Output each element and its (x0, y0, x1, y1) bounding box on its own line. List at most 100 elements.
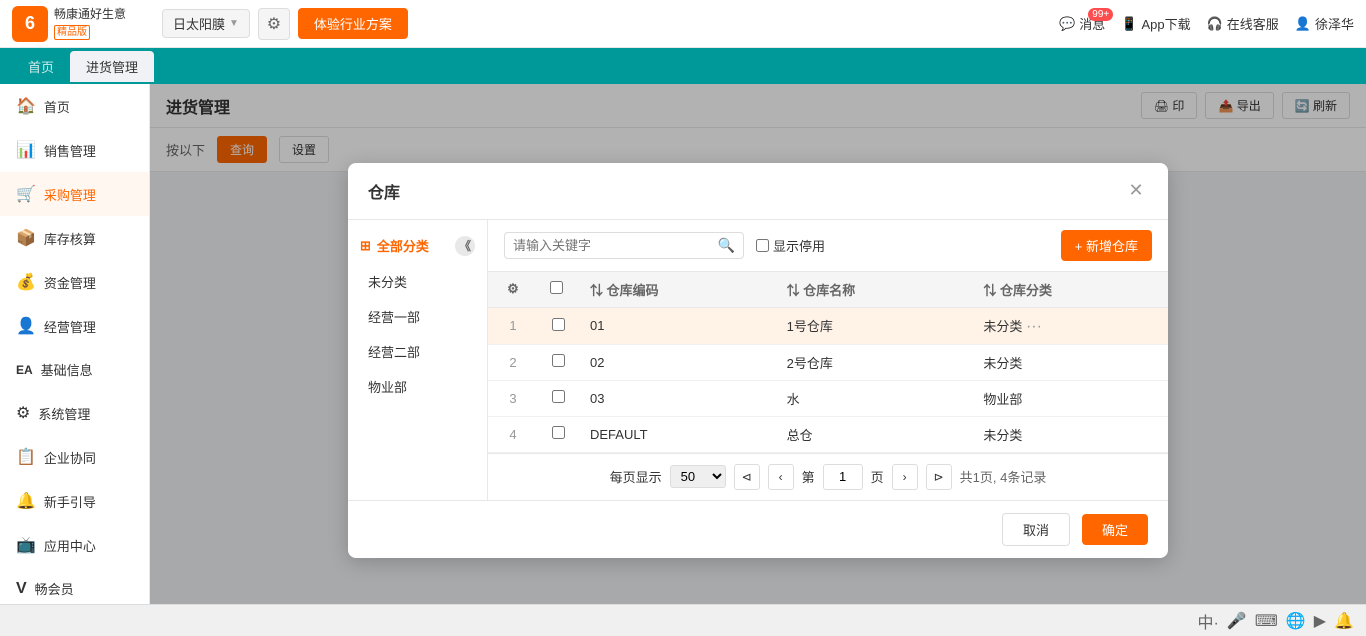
tab-home[interactable]: 首页 (12, 51, 70, 82)
keyboard-icon[interactable]: ⌨ (1255, 611, 1278, 631)
message-button[interactable]: 💬 消息 99+ (1059, 14, 1105, 33)
confirm-button[interactable]: 确定 (1082, 514, 1148, 545)
warehouse-table: ⚙ ⇅ 仓库编码 ⇅ 仓库名称 (488, 272, 1168, 453)
trial-button[interactable]: 体验行业方案 (298, 8, 408, 39)
category-item-dept1[interactable]: 经营一部 (348, 299, 487, 334)
cancel-button[interactable]: 取消 (1002, 513, 1070, 546)
row-checkbox (538, 307, 578, 344)
inventory-icon: 📦 (16, 228, 36, 248)
table-row[interactable]: 4 DEFAULT 总仓 未分类 (488, 416, 1168, 452)
online-service-button[interactable]: 🎧 在线客服 (1207, 14, 1279, 33)
sidebar-item-enterprise[interactable]: 📋 企业协同 (0, 435, 149, 479)
next-page-button[interactable]: › (892, 464, 918, 490)
sidebar-item-app-center[interactable]: 📺 应用中心 (0, 523, 149, 567)
search-box: 🔍 (504, 232, 744, 259)
row-checkbox (538, 344, 578, 380)
last-page-button[interactable]: ⊳ (926, 464, 952, 490)
warehouse-modal: 仓库 ✕ ⊞ 全部分类 《 未分类 经营一部 经营二部 物业部 (348, 163, 1168, 558)
bottom-bar: 中· 🎤 ⌨ 🌐 ▶ 🔔 (0, 604, 1366, 636)
modal-close-button[interactable]: ✕ (1124, 179, 1148, 203)
row-code: DEFAULT (578, 416, 775, 452)
per-page-select[interactable]: 50 100 200 (670, 465, 726, 488)
main-layout: 🏠 首页 📊 销售管理 🛒 采购管理 📦 库存核算 💰 资金管理 👤 经营管理 … (0, 84, 1366, 636)
row-num: 1 (488, 307, 538, 344)
modal-header: 仓库 ✕ (348, 163, 1168, 220)
enterprise-icon: 📋 (16, 447, 36, 467)
table-wrapper: ⚙ ⇅ 仓库编码 ⇅ 仓库名称 (488, 272, 1168, 453)
prev-page-button[interactable]: ‹ (768, 464, 794, 490)
grid-icon: ⊞ (360, 238, 371, 254)
member-icon: V (16, 580, 27, 598)
sidebar-item-finance[interactable]: 💰 资金管理 (0, 260, 149, 304)
play-icon[interactable]: ▶ (1314, 611, 1326, 631)
search-icon[interactable]: 🔍 (718, 237, 735, 254)
more-icon[interactable]: ··· (1026, 318, 1042, 335)
category-item-unclassified[interactable]: 未分类 (348, 264, 487, 299)
page-prefix: 第 (802, 467, 815, 486)
main-content: 进货管理 🖨 印 📤 导出 🔄 刷新 按以下 查询 设置 仓库 ✕ (150, 84, 1366, 636)
purchase-icon: 🛒 (16, 184, 36, 204)
phone-icon: 📱 (1121, 16, 1137, 32)
message-icon: 💬 (1059, 16, 1075, 32)
table-panel: 🔍 显示停用 + 新增仓库 (488, 220, 1168, 500)
category-panel: ⊞ 全部分类 《 未分类 经营一部 经营二部 物业部 (348, 220, 488, 500)
show-disabled-checkbox[interactable]: 显示停用 (756, 236, 825, 255)
sidebar-item-system[interactable]: ⚙ 系统管理 (0, 391, 149, 435)
gear-icon: ⚙ (267, 14, 281, 34)
modal-footer: 取消 确定 (348, 500, 1168, 558)
category-item-property[interactable]: 物业部 (348, 369, 487, 404)
add-warehouse-button[interactable]: + 新增仓库 (1061, 230, 1152, 261)
row-code: 03 (578, 380, 775, 416)
language-icon[interactable]: 🌐 (1286, 611, 1306, 631)
first-page-button[interactable]: ⊲ (734, 464, 760, 490)
system-icon: ⚙ (16, 403, 30, 423)
row-category: 未分类 (971, 416, 1168, 452)
row-name: 水 (775, 380, 972, 416)
guide-icon: 🔔 (16, 491, 36, 511)
sidebar-item-guide[interactable]: 🔔 新手引导 (0, 479, 149, 523)
page-summary: 共1页, 4条记录 (960, 467, 1047, 486)
sort-icon-name: ⇅ (787, 283, 800, 298)
user-menu[interactable]: 👤 徐泽华 (1295, 14, 1354, 33)
header-right: 💬 消息 99+ 📱 App下载 🎧 在线客服 👤 徐泽华 (1059, 14, 1354, 33)
sidebar-item-basic-info[interactable]: EA 基础信息 (0, 348, 149, 391)
headset-icon: 🎧 (1207, 16, 1223, 32)
search-input[interactable] (513, 238, 712, 253)
table-row[interactable]: 2 02 2号仓库 未分类 (488, 344, 1168, 380)
modal-body: ⊞ 全部分类 《 未分类 经营一部 经营二部 物业部 (348, 220, 1168, 500)
table-row[interactable]: 3 03 水 物业部 (488, 380, 1168, 416)
sidebar-item-inventory[interactable]: 📦 库存核算 (0, 216, 149, 260)
nav-tabs: 首页 进货管理 (0, 48, 1366, 84)
sidebar-item-management[interactable]: 👤 经营管理 (0, 304, 149, 348)
sales-icon: 📊 (16, 140, 36, 160)
sidebar-item-sales[interactable]: 📊 销售管理 (0, 128, 149, 172)
app-download-button[interactable]: 📱 App下载 (1121, 14, 1190, 33)
table-row[interactable]: 1 01 1号仓库 未分类 ··· (488, 307, 1168, 344)
category-item-dept2[interactable]: 经营二部 (348, 334, 487, 369)
category-header[interactable]: ⊞ 全部分类 《 (348, 228, 487, 264)
page-number-input[interactable] (823, 464, 863, 490)
tab-purchase[interactable]: 进货管理 (70, 51, 154, 82)
row-num: 3 (488, 380, 538, 416)
top-header: 6 畅康通好生意 精品版 日太阳膜 ▼ ⚙ 体验行业方案 💬 消息 99+ 📱 … (0, 0, 1366, 48)
notification-icon[interactable]: 🔔 (1334, 611, 1354, 631)
header-settings-button[interactable]: ⚙ (258, 8, 290, 40)
disabled-checkbox-input[interactable] (756, 239, 769, 252)
sidebar-item-purchase[interactable]: 🛒 采购管理 (0, 172, 149, 216)
sidebar-item-home[interactable]: 🏠 首页 (0, 84, 149, 128)
sort-icon-cat: ⇅ (983, 283, 996, 298)
col-category: ⇅ 仓库分类 (971, 272, 1168, 308)
dropdown-arrow-icon: ▼ (229, 18, 239, 29)
row-code: 02 (578, 344, 775, 380)
store-selector[interactable]: 日太阳膜 ▼ (162, 9, 250, 38)
per-page-label: 每页显示 (610, 467, 662, 486)
app-center-icon: 📺 (16, 535, 36, 555)
row-checkbox (538, 380, 578, 416)
bottom-label: 中· (1197, 609, 1218, 633)
select-all-checkbox[interactable] (550, 281, 563, 294)
collapse-button[interactable]: 《 (455, 236, 475, 256)
col-code: ⇅ 仓库编码 (578, 272, 775, 308)
pagination: 每页显示 50 100 200 ⊲ ‹ 第 页 › (488, 453, 1168, 500)
sort-icon: ⇅ (590, 283, 603, 298)
mic-icon[interactable]: 🎤 (1227, 611, 1247, 631)
